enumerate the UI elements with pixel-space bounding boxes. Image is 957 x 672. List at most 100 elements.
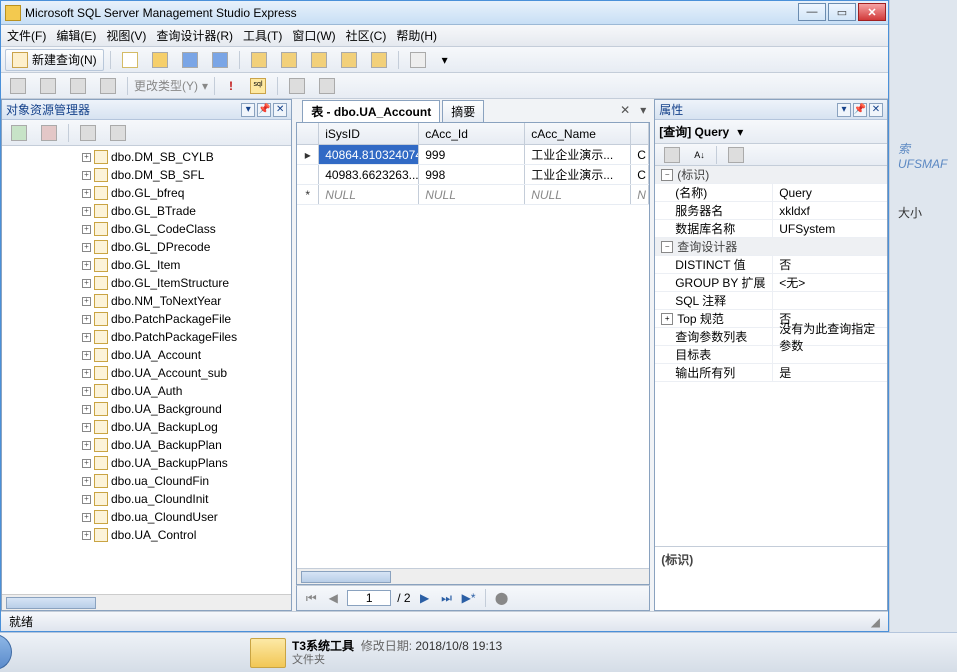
nav-first[interactable]: ⏮	[303, 590, 319, 606]
expand-icon[interactable]: +	[82, 153, 91, 162]
tree-item[interactable]: +dbo.UA_BackupPlans	[82, 454, 291, 472]
col-cacc-name[interactable]: cAcc_Name	[525, 123, 631, 144]
cell-cacc-name[interactable]: 工业企业演示...	[525, 165, 631, 184]
expand-icon[interactable]: +	[82, 477, 91, 486]
tool-a[interactable]	[246, 50, 272, 70]
tree-item[interactable]: +dbo.GL_DPrecode	[82, 238, 291, 256]
menu-window[interactable]: 窗口(W)	[292, 27, 335, 44]
tool-criteria[interactable]	[35, 76, 61, 96]
tree-item[interactable]: +dbo.ua_CloundUser	[82, 508, 291, 526]
menu-tools[interactable]: 工具(T)	[243, 27, 282, 44]
tool-diagram[interactable]	[5, 76, 31, 96]
tree-item[interactable]: +dbo.UA_Auth	[82, 382, 291, 400]
tool-d[interactable]	[336, 50, 362, 70]
property-row[interactable]: −(标识)	[655, 166, 887, 184]
menu-community[interactable]: 社区(C)	[346, 27, 387, 44]
pane-close-button[interactable]: ✕	[869, 103, 883, 117]
tool-dropdown[interactable]: ▾	[435, 50, 455, 70]
expand-icon[interactable]: +	[82, 369, 91, 378]
nav-prev[interactable]: ◀	[325, 590, 341, 606]
menu-view[interactable]: 视图(V)	[106, 27, 146, 44]
tree-item[interactable]: +dbo.UA_Account_sub	[82, 364, 291, 382]
property-row[interactable]: 查询参数列表没有为此查询指定参数	[655, 328, 887, 346]
tree-item[interactable]: +dbo.NM_ToNextYear	[82, 292, 291, 310]
minimize-button[interactable]: —	[798, 3, 826, 21]
tool-sql[interactable]	[65, 76, 91, 96]
menu-edit[interactable]: 编辑(E)	[56, 27, 96, 44]
cell-cacc-id[interactable]: 999	[419, 145, 525, 164]
expand-icon[interactable]: +	[82, 351, 91, 360]
nav-last[interactable]: ⏭	[439, 590, 455, 606]
tree-item[interactable]: +dbo.GL_bfreq	[82, 184, 291, 202]
tab-summary[interactable]: 摘要	[442, 100, 484, 122]
col-cacc-id[interactable]: cAcc_Id	[419, 123, 525, 144]
property-row[interactable]: DISTINCT 值否	[655, 256, 887, 274]
tool-g[interactable]	[284, 76, 310, 96]
tool-run[interactable]: !	[221, 76, 241, 96]
nav-current-input[interactable]	[347, 590, 391, 606]
expand-icon[interactable]: +	[82, 513, 91, 522]
tab-menu-button[interactable]: ▾	[640, 103, 646, 117]
tool-b[interactable]	[276, 50, 302, 70]
expand-icon[interactable]: +	[82, 261, 91, 270]
col-isysid[interactable]: iSysID	[319, 123, 419, 144]
horizontal-scrollbar[interactable]	[2, 594, 291, 610]
tool-f[interactable]	[405, 50, 431, 70]
close-button[interactable]: ✕	[858, 3, 886, 21]
tree-item[interactable]: +dbo.GL_CodeClass	[82, 220, 291, 238]
expand-icon[interactable]: +	[82, 495, 91, 504]
tree-item[interactable]: +dbo.GL_BTrade	[82, 202, 291, 220]
property-row[interactable]: 数据库名称UFSystem	[655, 220, 887, 238]
expand-icon[interactable]: +	[82, 441, 91, 450]
property-row[interactable]: 服务器名xkldxf	[655, 202, 887, 220]
pane-close-button[interactable]: ✕	[273, 103, 287, 117]
object-tree[interactable]: +dbo.DM_SB_CYLB+dbo.DM_SB_SFL+dbo.GL_bfr…	[2, 146, 291, 594]
tree-item[interactable]: +dbo.UA_BackupPlan	[82, 436, 291, 454]
tree-item[interactable]: +dbo.DM_SB_SFL	[82, 166, 291, 184]
new-query-button[interactable]: 新建查询(N)	[5, 49, 104, 71]
property-row[interactable]: 目标表	[655, 346, 887, 364]
filter-button[interactable]	[105, 123, 131, 143]
tool-verify[interactable]: sql	[245, 76, 271, 96]
tool-results[interactable]	[95, 76, 121, 96]
expand-icon[interactable]: +	[82, 207, 91, 216]
expand-icon[interactable]: +	[82, 297, 91, 306]
expand-icon[interactable]: +	[82, 243, 91, 252]
tool-open[interactable]	[147, 50, 173, 70]
expand-icon[interactable]: +	[82, 279, 91, 288]
tree-item[interactable]: +dbo.UA_Control	[82, 526, 291, 544]
tree-item[interactable]: +dbo.DM_SB_CYLB	[82, 148, 291, 166]
property-row[interactable]: −查询设计器	[655, 238, 887, 256]
tool-save[interactable]	[177, 50, 203, 70]
pane-dropdown-button[interactable]: ▾	[241, 103, 255, 117]
grid-row[interactable]: 40983.6623263... 998 工业企业演示... C	[297, 165, 649, 185]
tool-new-file[interactable]	[117, 50, 143, 70]
tree-item[interactable]: +dbo.PatchPackageFile	[82, 310, 291, 328]
pane-pin-button[interactable]: 📌	[257, 103, 271, 117]
nav-next[interactable]: ▶	[417, 590, 433, 606]
cell-cacc-name[interactable]: 工业企业演示...	[525, 145, 631, 164]
connect-button[interactable]	[6, 123, 32, 143]
disconnect-button[interactable]	[36, 123, 62, 143]
menu-file[interactable]: 文件(F)	[7, 27, 46, 44]
expand-icon[interactable]: +	[82, 405, 91, 414]
prop-pages-button[interactable]	[723, 145, 749, 165]
alphabetical-button[interactable]: A↓	[689, 145, 710, 165]
cell-cacc-id[interactable]: 998	[419, 165, 525, 184]
tree-item[interactable]: +dbo.ua_CloundFin	[82, 472, 291, 490]
property-row[interactable]: 输出所有列是	[655, 364, 887, 382]
maximize-button[interactable]: ▭	[828, 3, 856, 21]
expand-icon[interactable]: +	[82, 423, 91, 432]
tool-saveall[interactable]	[207, 50, 233, 70]
tree-item[interactable]: +dbo.UA_Background	[82, 400, 291, 418]
expand-icon[interactable]: +	[82, 225, 91, 234]
tree-item[interactable]: +dbo.GL_Item	[82, 256, 291, 274]
tab-close-button[interactable]: ✕	[620, 103, 630, 117]
expand-icon[interactable]: +	[82, 189, 91, 198]
expand-icon[interactable]: +	[82, 531, 91, 540]
grid-hscroll[interactable]	[297, 568, 649, 584]
row-selector-icon[interactable]: ▸	[297, 145, 319, 164]
nav-new[interactable]: ▶*	[461, 590, 477, 606]
property-row[interactable]: SQL 注释	[655, 292, 887, 310]
tab-ua-account[interactable]: 表 - dbo.UA_Account	[302, 100, 440, 122]
